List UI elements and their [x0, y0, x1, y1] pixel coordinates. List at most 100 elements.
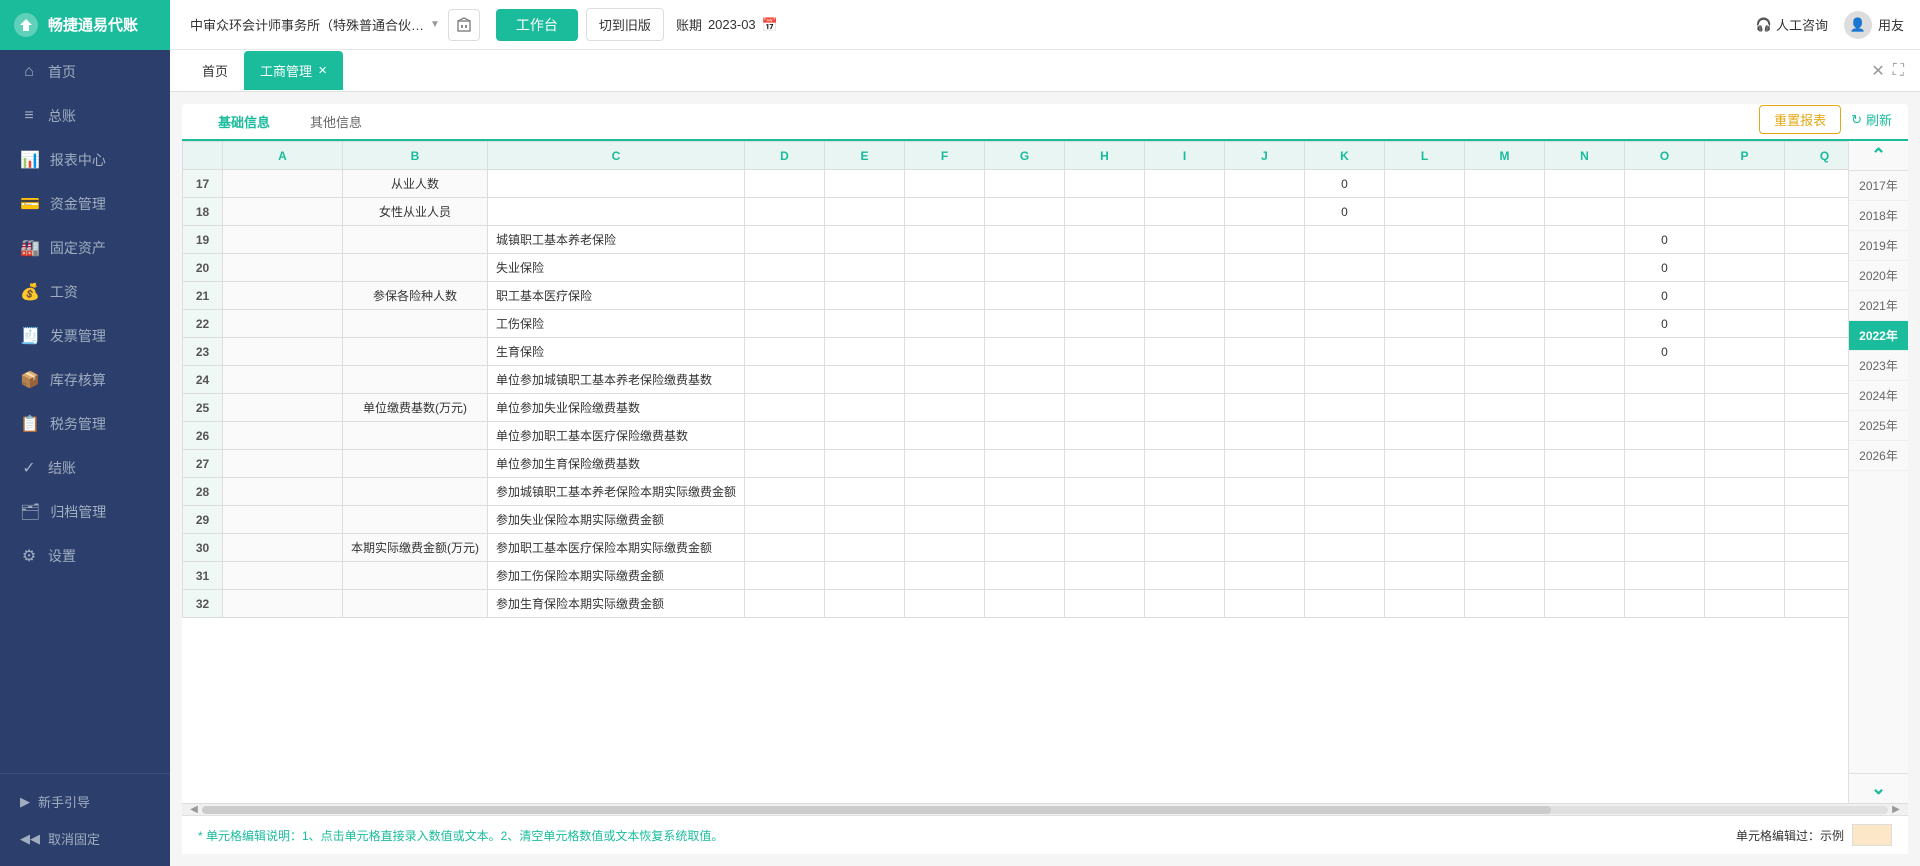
- company-selector[interactable]: 中审众环会计师事务所（特殊普通合伙… ▼: [190, 15, 440, 34]
- year-item-2022[interactable]: 2022年: [1849, 321, 1908, 351]
- cell-30-o[interactable]: [1625, 534, 1705, 562]
- reset-report-button[interactable]: 重置报表: [1759, 105, 1841, 134]
- year-item-2023[interactable]: 2023年: [1849, 351, 1908, 381]
- cell-32-d[interactable]: [745, 590, 825, 618]
- cell-28-c[interactable]: 参加城镇职工基本养老保险本期实际缴费金额: [488, 478, 745, 506]
- cell-32-f[interactable]: [905, 590, 985, 618]
- cell-29-p[interactable]: [1705, 506, 1785, 534]
- cell-23-n[interactable]: [1545, 338, 1625, 366]
- cell-21-i[interactable]: [1145, 282, 1225, 310]
- cell-28-l[interactable]: [1385, 478, 1465, 506]
- cell-31-h[interactable]: [1065, 562, 1145, 590]
- expand-window-icon[interactable]: ⛶: [1893, 62, 1904, 80]
- year-scroll-up-button[interactable]: ⌃: [1871, 145, 1886, 166]
- cell-30-g[interactable]: [985, 534, 1065, 562]
- cell-18-d[interactable]: [745, 198, 825, 226]
- sidebar-item-wages[interactable]: 💰 工资: [0, 270, 170, 314]
- cell-28-p[interactable]: [1705, 478, 1785, 506]
- cell-23-m[interactable]: [1465, 338, 1545, 366]
- cell-27-i[interactable]: [1145, 450, 1225, 478]
- cell-17-j[interactable]: [1225, 170, 1305, 198]
- cell-20-m[interactable]: [1465, 254, 1545, 282]
- cell-21-h[interactable]: [1065, 282, 1145, 310]
- cell-26-d[interactable]: [745, 422, 825, 450]
- cell-30-k[interactable]: [1305, 534, 1385, 562]
- cell-19-p[interactable]: [1705, 226, 1785, 254]
- cell-20-l[interactable]: [1385, 254, 1465, 282]
- cell-31-m[interactable]: [1465, 562, 1545, 590]
- cell-18-i[interactable]: [1145, 198, 1225, 226]
- cell-32-g[interactable]: [985, 590, 1065, 618]
- cell-28-b[interactable]: [343, 478, 488, 506]
- cell-19-c[interactable]: 城镇职工基本养老保险: [488, 226, 745, 254]
- cell-25-i[interactable]: [1145, 394, 1225, 422]
- cell-25-l[interactable]: [1385, 394, 1465, 422]
- cell-19-m[interactable]: [1465, 226, 1545, 254]
- cell-20-b[interactable]: [343, 254, 488, 282]
- cell-31-n[interactable]: [1545, 562, 1625, 590]
- cell-25-m[interactable]: [1465, 394, 1545, 422]
- cell-30-n[interactable]: [1545, 534, 1625, 562]
- cell-31-j[interactable]: [1225, 562, 1305, 590]
- cell-27-c[interactable]: 单位参加生育保险缴费基数: [488, 450, 745, 478]
- cell-23-q[interactable]: [1785, 338, 1848, 366]
- cell-17-c[interactable]: [488, 170, 745, 198]
- cell-18-b[interactable]: 女性从业人员: [343, 198, 488, 226]
- cell-22-h[interactable]: [1065, 310, 1145, 338]
- cell-22-q[interactable]: [1785, 310, 1848, 338]
- cell-21-o[interactable]: 0: [1625, 282, 1705, 310]
- cell-24-p[interactable]: [1705, 366, 1785, 394]
- cell-32-e[interactable]: [825, 590, 905, 618]
- cell-26-b[interactable]: [343, 422, 488, 450]
- cell-29-o[interactable]: [1625, 506, 1705, 534]
- cell-23-f[interactable]: [905, 338, 985, 366]
- cell-19-o[interactable]: 0: [1625, 226, 1705, 254]
- cell-25-f[interactable]: [905, 394, 985, 422]
- refresh-button[interactable]: ↻ 刷新: [1851, 110, 1892, 129]
- cell-30-j[interactable]: [1225, 534, 1305, 562]
- cell-21-l[interactable]: [1385, 282, 1465, 310]
- cell-21-e[interactable]: [825, 282, 905, 310]
- cell-23-p[interactable]: [1705, 338, 1785, 366]
- cell-27-f[interactable]: [905, 450, 985, 478]
- cell-22-g[interactable]: [985, 310, 1065, 338]
- cell-23-b[interactable]: [343, 338, 488, 366]
- cell-19-e[interactable]: [825, 226, 905, 254]
- cell-20-q[interactable]: [1785, 254, 1848, 282]
- sidebar-item-ledger[interactable]: ≡ 总账: [0, 94, 170, 138]
- cell-18-l[interactable]: [1385, 198, 1465, 226]
- cell-24-l[interactable]: [1385, 366, 1465, 394]
- cell-17-m[interactable]: [1465, 170, 1545, 198]
- cell-20-i[interactable]: [1145, 254, 1225, 282]
- cell-18-m[interactable]: [1465, 198, 1545, 226]
- cell-28-m[interactable]: [1465, 478, 1545, 506]
- cell-24-m[interactable]: [1465, 366, 1545, 394]
- cell-29-d[interactable]: [745, 506, 825, 534]
- cell-23-a[interactable]: [223, 338, 343, 366]
- inner-tab-other[interactable]: 其他信息: [290, 104, 382, 141]
- cell-18-k[interactable]: 0: [1305, 198, 1385, 226]
- cell-29-k[interactable]: [1305, 506, 1385, 534]
- cell-26-q[interactable]: [1785, 422, 1848, 450]
- year-item-2024[interactable]: 2024年: [1849, 381, 1908, 411]
- cell-18-n[interactable]: [1545, 198, 1625, 226]
- cell-22-m[interactable]: [1465, 310, 1545, 338]
- cell-20-j[interactable]: [1225, 254, 1305, 282]
- cell-25-g[interactable]: [985, 394, 1065, 422]
- cell-27-a[interactable]: [223, 450, 343, 478]
- company-icon-btn[interactable]: [448, 9, 480, 41]
- cell-32-n[interactable]: [1545, 590, 1625, 618]
- cell-27-j[interactable]: [1225, 450, 1305, 478]
- cell-32-k[interactable]: [1305, 590, 1385, 618]
- old-version-button[interactable]: 切到旧版: [586, 8, 664, 41]
- cell-22-a[interactable]: [223, 310, 343, 338]
- cell-30-f[interactable]: [905, 534, 985, 562]
- cell-31-d[interactable]: [745, 562, 825, 590]
- cell-27-o[interactable]: [1625, 450, 1705, 478]
- cell-32-m[interactable]: [1465, 590, 1545, 618]
- scroll-thumb[interactable]: [202, 806, 1551, 814]
- cell-28-i[interactable]: [1145, 478, 1225, 506]
- cell-29-b[interactable]: [343, 506, 488, 534]
- cell-17-l[interactable]: [1385, 170, 1465, 198]
- cell-18-h[interactable]: [1065, 198, 1145, 226]
